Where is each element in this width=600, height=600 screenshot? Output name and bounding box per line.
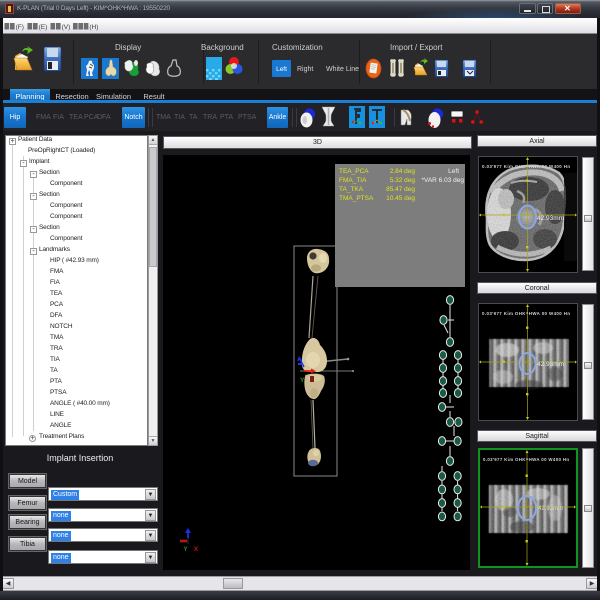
svg-text:(H): (H): [89, 24, 98, 31]
svg-text:X: X: [194, 547, 198, 553]
svg-text:(V): (V): [62, 24, 71, 31]
svg-text:0.03'977 Kim OHK^HWA 00 W400 H: 0.03'977 Kim OHK^HWA 00 W400 Hn: [482, 164, 570, 169]
svg-text:TMA_PTSA: TMA_PTSA: [339, 195, 374, 202]
svg-text:FMA_TIA: FMA_TIA: [339, 177, 367, 184]
svg-text:42.93mm: 42.93mm: [537, 361, 564, 368]
svg-text:*VAR 6.03 deg: *VAR 6.03 deg: [421, 177, 464, 184]
svg-text:0.03'977 Kim OHK^HWA 00 W400 H: 0.03'977 Kim OHK^HWA 00 W400 Hn: [483, 457, 569, 462]
svg-text:Right: Right: [297, 66, 313, 73]
svg-text:Y: Y: [300, 377, 305, 384]
svg-text:TEA_PCA: TEA_PCA: [339, 168, 369, 175]
svg-text:2.84 deg: 2.84 deg: [390, 168, 416, 175]
svg-text:42.93mm: 42.93mm: [537, 215, 564, 222]
svg-text:TA_TKA: TA_TKA: [339, 186, 364, 193]
svg-text:White Line: White Line: [326, 66, 359, 73]
svg-text:Y: Y: [184, 547, 188, 553]
svg-text:5.32 deg: 5.32 deg: [390, 177, 416, 184]
svg-text:0.03'977 Kim OHK^HWA 00 W400 H: 0.03'977 Kim OHK^HWA 00 W400 Hn: [482, 311, 570, 316]
svg-text:85.47 deg: 85.47 deg: [386, 186, 415, 193]
svg-text:10.45 deg: 10.45 deg: [386, 195, 415, 202]
svg-text:Left: Left: [276, 66, 287, 73]
svg-text:42.93mm: 42.93mm: [538, 506, 563, 512]
svg-text:(E): (E): [39, 24, 48, 31]
svg-text:(F): (F): [16, 24, 24, 31]
svg-text:Left: Left: [448, 168, 459, 175]
